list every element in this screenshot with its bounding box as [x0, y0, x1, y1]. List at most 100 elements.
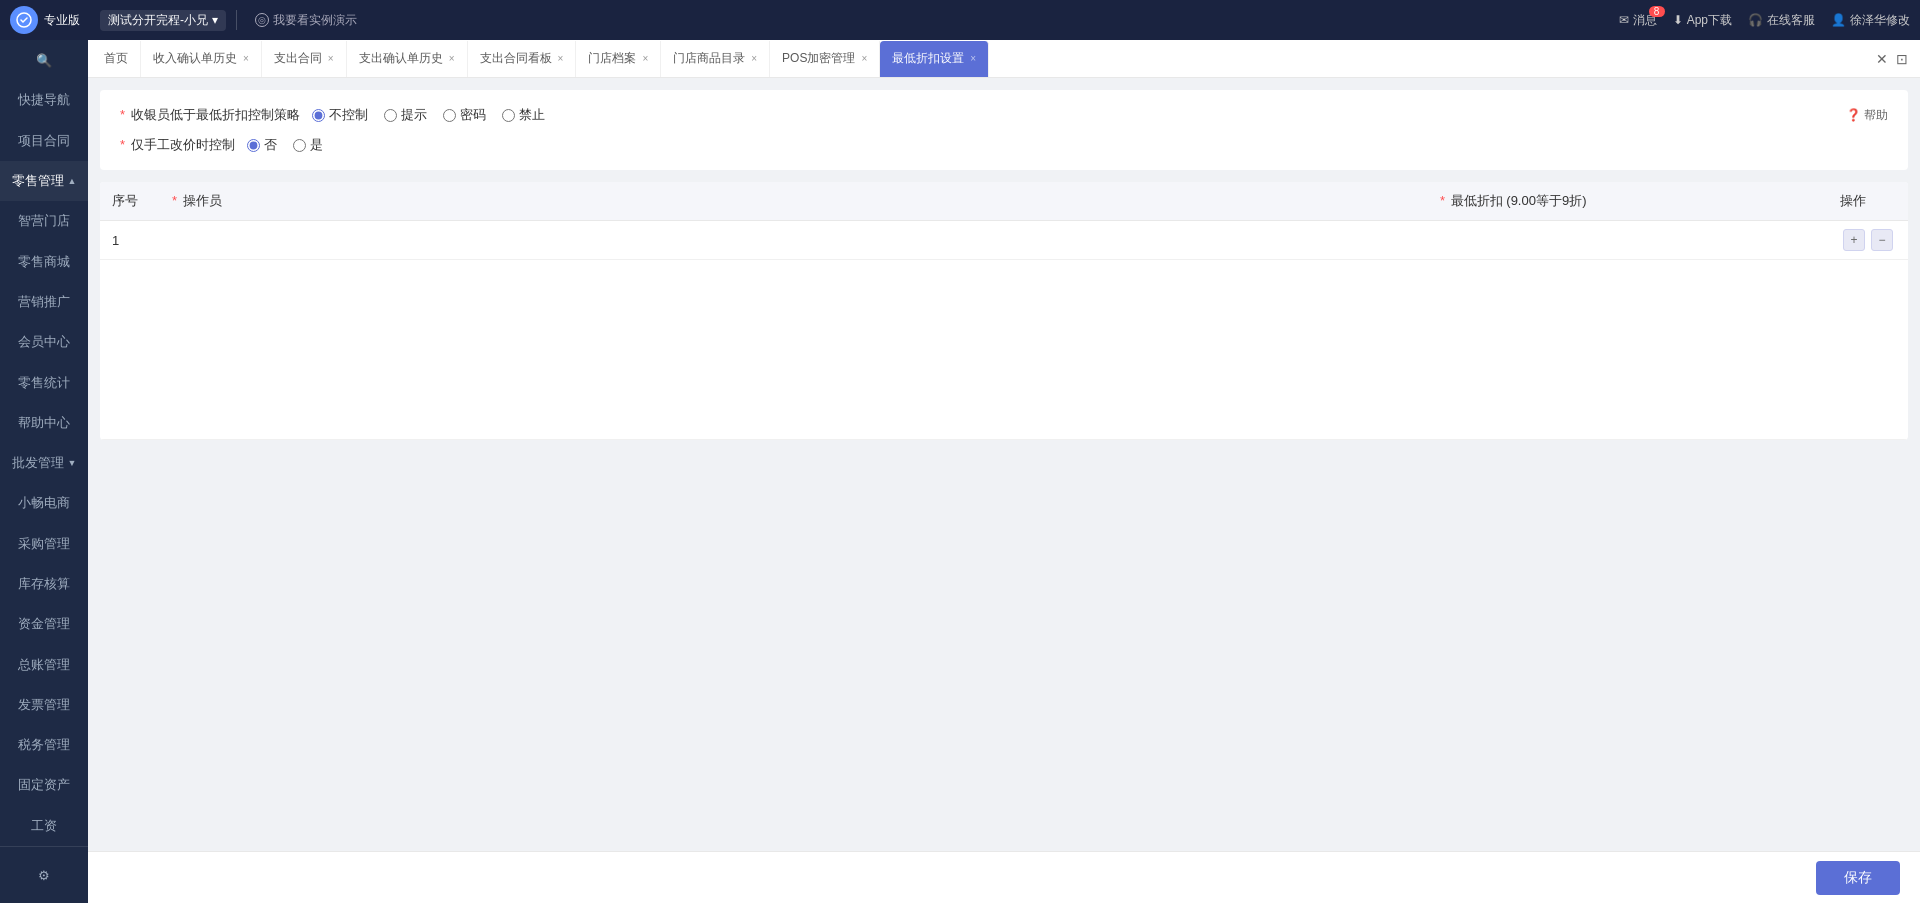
sidebar-settings-button[interactable]: ⚙ — [0, 855, 88, 895]
tab-close-icon-5[interactable]: × — [642, 53, 648, 64]
arrow-down-icon-2: ▼ — [68, 458, 77, 468]
sidebar-item-ecommerce[interactable]: 小畅电商 — [0, 483, 88, 523]
yes-label: 是 — [310, 136, 323, 154]
col-header-discount: * 最低折扣 (9.00等于9折) — [1428, 182, 1828, 221]
cell-operator[interactable] — [160, 221, 1428, 260]
sidebar-item-retail[interactable]: 零售管理 ▲ — [0, 161, 88, 201]
discount-strategy-label: * 收银员低于最低折扣控制策略 — [120, 106, 300, 124]
discount-input[interactable] — [1440, 233, 1816, 248]
tab-close-icon-7[interactable]: × — [861, 53, 867, 64]
option-no[interactable]: 否 — [247, 136, 277, 154]
sidebar-item-fixed-assets[interactable]: 固定资产 — [0, 765, 88, 805]
tab-store-archive-label: 门店档案 — [588, 50, 636, 67]
operator-input[interactable] — [172, 233, 1416, 248]
radio-yes[interactable] — [293, 139, 306, 152]
tab-income-history[interactable]: 收入确认单历史 × — [141, 41, 262, 77]
tab-payment-board[interactable]: 支出合同看板 × — [468, 41, 577, 77]
sidebar-item-inventory[interactable]: 库存核算 — [0, 564, 88, 604]
tab-close-icon-6[interactable]: × — [751, 53, 757, 64]
col-header-actions: 操作 — [1828, 182, 1908, 221]
sidebar-item-invoice[interactable]: 发票管理 — [0, 685, 88, 725]
discount-strategy-text: 收银员低于最低折扣控制策略 — [131, 107, 300, 122]
user-profile-button[interactable]: 👤 徐泽华修改 — [1831, 12, 1910, 29]
app-logo: 专业版 — [10, 6, 90, 34]
logo-icon — [10, 6, 38, 34]
radio-password[interactable] — [443, 109, 456, 122]
option-prompt[interactable]: 提示 — [384, 106, 427, 124]
cell-seq: 1 — [100, 221, 160, 260]
tab-close-icon-3[interactable]: × — [449, 53, 455, 64]
question-icon: ❓ — [1846, 108, 1861, 122]
main-layout: 🔍 快捷导航 项目合同 零售管理 ▲ 智营门店 零售商城 营销推广 会员中心 零… — [0, 40, 1920, 903]
tab-store-archive[interactable]: 门店档案 × — [576, 41, 661, 77]
sidebar-item-wholesale[interactable]: 批发管理 ▼ — [0, 443, 88, 483]
sidebar-item-shortcuts[interactable]: 快捷导航 — [0, 80, 88, 120]
tab-store-product[interactable]: 门店商品目录 × — [661, 41, 770, 77]
cell-discount[interactable] — [1428, 221, 1828, 260]
option-forbid[interactable]: 禁止 — [502, 106, 545, 124]
tab-home[interactable]: 首页 — [92, 41, 141, 77]
tab-pos-encrypt[interactable]: POS加密管理 × — [770, 41, 880, 77]
maximize-tab-button[interactable]: ⊡ — [1896, 51, 1908, 67]
discount-table: 序号 * 操作员 * 最低折扣 (9.00等于9折) 操作 — [100, 182, 1908, 440]
sidebar-item-project-contract[interactable]: 项目合同 — [0, 121, 88, 161]
tab-min-discount[interactable]: 最低折扣设置 × — [880, 41, 989, 77]
tab-payment-contract[interactable]: 支出合同 × — [262, 41, 347, 77]
tab-close-icon-2[interactable]: × — [328, 53, 334, 64]
radio-no-control[interactable] — [312, 109, 325, 122]
smart-store-label: 智营门店 — [18, 212, 70, 230]
sidebar-item-retail-mall[interactable]: 零售商城 — [0, 241, 88, 281]
manual-price-options: 否 是 — [247, 136, 323, 154]
header-bar: 专业版 测试分开完程-小兄 ▾ ◎ 我要看实例演示 ✉ 消息 8 ⬇ App下载… — [0, 0, 1920, 40]
radio-forbid[interactable] — [502, 109, 515, 122]
wholesale-label: 批发管理 — [12, 454, 64, 472]
close-tab-button[interactable]: ✕ — [1876, 51, 1888, 67]
required-mark-4: * — [1440, 193, 1445, 208]
customer-service-button[interactable]: 🎧 在线客服 — [1748, 12, 1815, 29]
sidebar-item-marketing[interactable]: 营销推广 — [0, 282, 88, 322]
messages-button[interactable]: ✉ 消息 8 — [1619, 12, 1657, 29]
inventory-label: 库存核算 — [18, 575, 70, 593]
manual-price-label: * 仅手工改价时控制 — [120, 136, 235, 154]
tab-payment-history[interactable]: 支出确认单历史 × — [347, 41, 468, 77]
username-label: 徐泽华修改 — [1850, 12, 1910, 29]
radio-no[interactable] — [247, 139, 260, 152]
sidebar-item-smart-store[interactable]: 智营门店 — [0, 201, 88, 241]
discount-strategy-options: 不控制 提示 密码 禁止 — [312, 106, 545, 124]
project-selector[interactable]: 测试分开完程-小兄 ▾ — [100, 10, 226, 31]
tab-payment-history-label: 支出确认单历史 — [359, 50, 443, 67]
sidebar-item-search[interactable]: 🔍 — [0, 40, 88, 80]
tab-payment-contract-label: 支出合同 — [274, 50, 322, 67]
demo-circle-icon: ◎ — [255, 13, 269, 27]
tab-close-icon-8[interactable]: × — [970, 53, 976, 64]
option-password[interactable]: 密码 — [443, 106, 486, 124]
tab-close-icon-4[interactable]: × — [558, 53, 564, 64]
message-icon: ✉ — [1619, 13, 1629, 27]
tab-close-icon[interactable]: × — [243, 53, 249, 64]
sidebar-item-capital[interactable]: 资金管理 — [0, 604, 88, 644]
minus-icon: − — [1878, 233, 1885, 247]
sidebar-item-purchase[interactable]: 采购管理 — [0, 524, 88, 564]
password-label: 密码 — [460, 106, 486, 124]
col-header-operator: * 操作员 — [160, 182, 1428, 221]
radio-prompt[interactable] — [384, 109, 397, 122]
demo-link[interactable]: ◎ 我要看实例演示 — [255, 12, 357, 29]
option-yes[interactable]: 是 — [293, 136, 323, 154]
sidebar-item-tax[interactable]: 税务管理 — [0, 725, 88, 765]
help-button[interactable]: ❓ 帮助 — [1846, 107, 1888, 124]
delete-row-button[interactable]: − — [1871, 229, 1893, 251]
sidebar: 🔍 快捷导航 项目合同 零售管理 ▲ 智营门店 零售商城 营销推广 会员中心 零… — [0, 40, 88, 903]
sidebar-item-member-center[interactable]: 会员中心 — [0, 322, 88, 362]
sidebar-item-payroll[interactable]: 工资 — [0, 806, 88, 846]
app-download-button[interactable]: ⬇ App下载 — [1673, 12, 1732, 29]
user-icon: 👤 — [1831, 13, 1846, 27]
sidebar-item-general-ledger[interactable]: 总账管理 — [0, 644, 88, 684]
capital-label: 资金管理 — [18, 615, 70, 633]
option-no-control[interactable]: 不控制 — [312, 106, 368, 124]
sidebar-item-retail-stats[interactable]: 零售统计 — [0, 362, 88, 402]
sidebar-item-help[interactable]: 帮助中心 — [0, 403, 88, 443]
add-row-button[interactable]: + — [1843, 229, 1865, 251]
retail-mall-label: 零售商城 — [18, 253, 70, 271]
required-mark-2: * — [120, 137, 125, 152]
save-button[interactable]: 保存 — [1816, 861, 1900, 895]
